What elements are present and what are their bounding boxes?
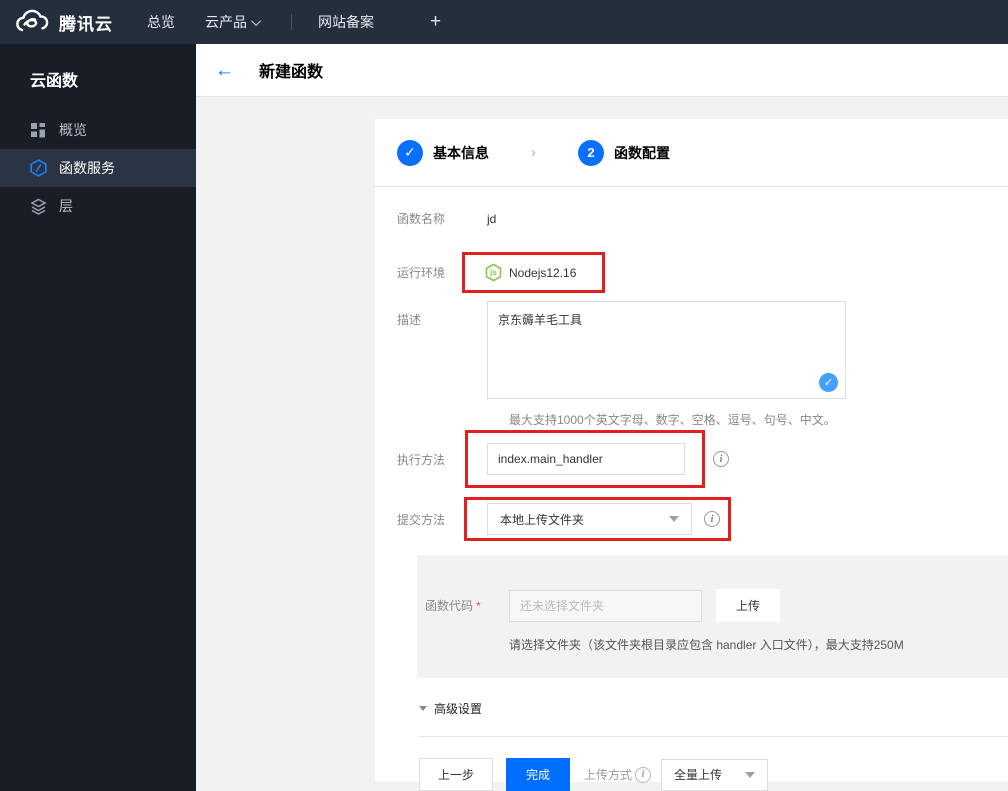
runtime-annotation-box: js Nodejs12.16 [462,252,606,293]
upload-mode: 上传方式 i [584,766,652,783]
upload-button[interactable]: 上传 [716,589,780,622]
previous-step-button[interactable]: 上一步 [419,758,493,791]
submit-method-value: 本地上传文件夹 [500,512,585,527]
nav-item-overview[interactable]: 总览 [147,12,175,32]
chevron-down-icon [251,15,262,26]
function-code-hint: 请选择文件夹（该文件夹根目录应包含 handler 入口文件），最大支持250M [509,638,904,652]
description-textarea-wrap: ✓ [487,301,846,402]
submit-annotation-box: 本地上传文件夹 i [464,497,731,541]
sidebar-item-function-service[interactable]: 函数服务 [0,149,196,187]
description-label: 描述 [397,313,422,327]
upload-mode-value: 全量上传 [674,768,723,782]
sidebar-item-label: 概览 [59,122,87,138]
page-title: 新建函数 [259,64,324,81]
sidebar-title: 云函数 [30,73,79,90]
step-indicator: ✓ 基本信息 › 2 函数配置 [375,119,1008,187]
select-caret-icon [669,516,679,522]
grid-icon [30,121,47,139]
runtime-value: Nodejs12.16 [509,265,577,280]
back-arrow-icon[interactable]: ← [215,61,234,80]
top-navigation: 总览 云产品 网站备案 + [147,11,441,33]
handler-info-icon[interactable]: i [713,451,729,467]
function-name-row: 函数名称 jd [397,210,1008,227]
upload-mode-select[interactable]: 全量上传 [661,758,769,791]
handler-annotation-box [465,430,705,488]
advanced-settings-label: 高级设置 [434,702,483,716]
page-header: ← 新建函数 [196,44,1008,97]
step1-label: 基本信息 [433,144,489,161]
layers-icon [30,197,47,215]
footer-divider [419,736,1008,737]
nav-separator [291,14,292,30]
sidebar-item-label: 层 [59,198,73,214]
step1-check-icon: ✓ [397,139,423,166]
add-nav-icon[interactable]: + [430,11,441,33]
handler-row: 执行方法 i [397,430,1008,488]
triangle-down-icon [419,706,427,711]
description-hint: 最大支持1000个英文字母、数字、空格、逗号、句号、中文。 [509,413,836,427]
scf-hexagon-icon [30,159,47,177]
sidebar-item-layers[interactable]: 层 [0,187,196,225]
create-function-panel: ✓ 基本信息 › 2 函数配置 函数名称 jd 运行环境 js Nodejs12… [375,119,1008,791]
folder-path-input[interactable] [509,589,702,622]
upload-mode-info-icon[interactable]: i [635,766,652,783]
function-code-section: 函数代码* 上传 请选择文件夹（该文件夹根目录应包含 handler 入口文件）… [417,555,1008,678]
function-name-value: jd [487,211,497,226]
nodejs-icon: js [485,263,502,282]
nav-item-cloud-products[interactable]: 云产品 [205,12,262,32]
valid-check-icon: ✓ [819,373,838,392]
select-caret-icon [745,771,756,778]
brand-name: 腾讯云 [59,14,113,34]
step-chevron-icon: › [531,144,536,161]
advanced-settings-toggle[interactable]: 高级设置 [419,700,1008,717]
nav-item-icp[interactable]: 网站备案 [318,12,374,32]
runtime-row: 运行环境 js Nodejs12.16 [397,252,1008,293]
upload-mode-label: 上传方式 [584,768,633,782]
function-config-form: 函数名称 jd 运行环境 js Nodejs12.16 描述 京东薅羊毛工具 ✓… [375,187,1008,791]
required-asterisk: * [476,599,481,613]
sidebar: 云函数 概览 函数服务 层 [0,44,196,791]
function-name-label: 函数名称 [397,212,446,226]
main-content: ← 新建函数 ✓ 基本信息 › 2 函数配置 函数名称 jd 运行环境 js N… [196,44,1008,791]
handler-input[interactable] [487,443,685,475]
description-row: 描述 ✓ [397,301,1008,402]
tencent-cloud-logo[interactable]: 腾讯云 [0,9,113,35]
cloud-logo-icon [14,9,50,35]
finish-button[interactable]: 完成 [506,758,570,791]
description-textarea[interactable] [487,301,846,399]
topbar: 腾讯云 总览 云产品 网站备案 + [0,0,1008,44]
function-code-label: 函数代码 * [425,599,481,613]
step2-number: 2 [578,139,604,166]
submit-method-row: 提交方法 本地上传文件夹 i [397,497,1008,541]
submit-info-icon[interactable]: i [704,511,720,527]
svg-text:js: js [489,268,497,277]
sidebar-item-label: 函数服务 [59,160,115,176]
footer-actions: 上一步 完成 上传方式 i 全量上传 [419,758,1008,791]
step2-label: 函数配置 [614,144,670,161]
sidebar-item-overview[interactable]: 概览 [0,111,196,149]
function-code-row: 函数代码* 上传 [425,589,1008,622]
submit-method-select[interactable]: 本地上传文件夹 [487,503,692,535]
